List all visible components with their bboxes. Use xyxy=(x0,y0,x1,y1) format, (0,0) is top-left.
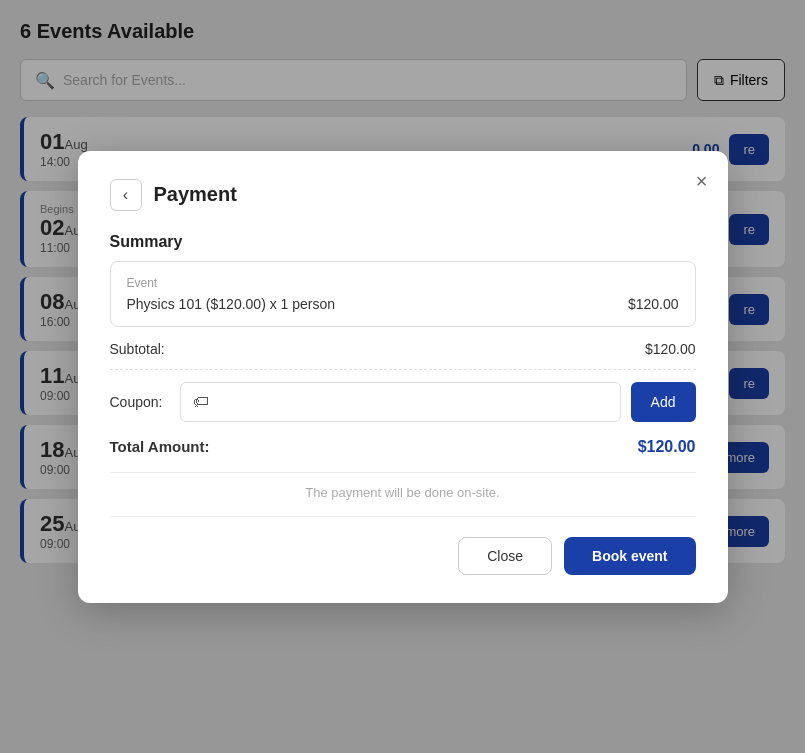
event-summary-row: Physics 101 ($120.00) x 1 person $120.00 xyxy=(127,296,679,312)
modal-title: Payment xyxy=(154,183,237,206)
tag-icon: 🏷 xyxy=(193,393,209,411)
coupon-row: Coupon: 🏷 Add xyxy=(110,382,696,422)
total-value: $120.00 xyxy=(638,438,696,456)
subtotal-value: $120.00 xyxy=(645,341,696,357)
coupon-input-box[interactable]: 🏷 xyxy=(180,382,621,422)
coupon-label: Coupon: xyxy=(110,394,170,410)
close-modal-button[interactable]: Close xyxy=(458,537,552,575)
event-description: Physics 101 ($120.00) x 1 person xyxy=(127,296,336,312)
total-row: Total Amount: $120.00 xyxy=(110,438,696,456)
modal-overlay: ‹ Payment × Summary Event Physics 101 ($… xyxy=(0,0,805,753)
add-coupon-button[interactable]: Add xyxy=(631,382,696,422)
summary-box: Event Physics 101 ($120.00) x 1 person $… xyxy=(110,261,696,327)
book-event-button[interactable]: Book event xyxy=(564,537,695,575)
close-icon-button[interactable]: × xyxy=(696,171,708,191)
total-label: Total Amount: xyxy=(110,438,210,455)
modal-footer: Close Book event xyxy=(110,537,696,575)
back-button[interactable]: ‹ xyxy=(110,179,142,211)
payment-note: The payment will be done on-site. xyxy=(110,472,696,517)
event-price: $120.00 xyxy=(628,296,679,312)
summary-label: Summary xyxy=(110,233,696,251)
modal-header: ‹ Payment xyxy=(110,179,696,211)
event-field-label: Event xyxy=(127,276,679,290)
subtotal-label: Subtotal: xyxy=(110,341,165,357)
subtotal-row: Subtotal: $120.00 xyxy=(110,341,696,370)
payment-modal: ‹ Payment × Summary Event Physics 101 ($… xyxy=(78,151,728,603)
